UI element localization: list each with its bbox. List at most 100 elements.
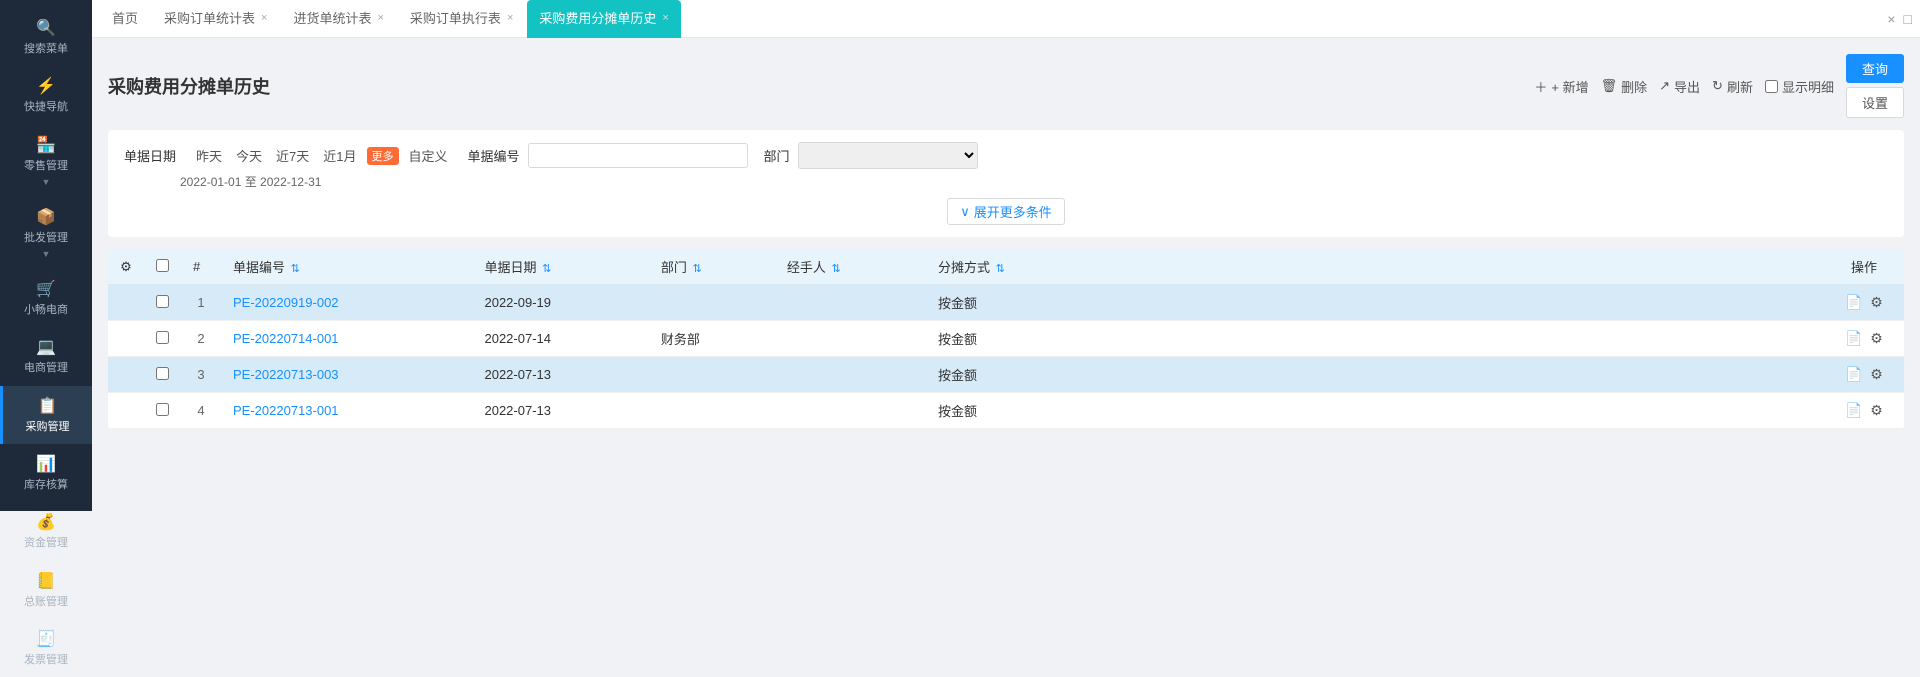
- maximize-window-icon[interactable]: □: [1904, 11, 1912, 27]
- th-handler[interactable]: 经手人 ⇅: [775, 249, 926, 285]
- dept-field: 部门: [764, 142, 978, 169]
- show-detail-checkbox[interactable]: [1765, 80, 1778, 93]
- sidebar-item-shortcut[interactable]: ⚡ 快捷导航: [0, 66, 92, 124]
- sidebar-item-label: 搜索菜单: [24, 42, 68, 56]
- query-button[interactable]: 查询: [1846, 54, 1904, 83]
- ledger-icon: 📒: [36, 571, 56, 591]
- edit-icon[interactable]: 📄: [1845, 402, 1862, 418]
- sidebar-item-ecommerce[interactable]: 💻 电商管理: [0, 327, 92, 385]
- tab-purchase-order-stats[interactable]: 采购订单统计表 ×: [152, 0, 279, 38]
- show-detail-button[interactable]: 显示明细: [1765, 77, 1834, 96]
- tab-purchase-order-exec-label: 采购订单执行表: [410, 8, 501, 27]
- row-checkbox-cell[interactable]: [144, 357, 181, 393]
- date-options: 昨天 今天 近7天 近1月 更多 自定义: [192, 145, 452, 166]
- refresh-button[interactable]: ↻ 刷新: [1712, 77, 1753, 96]
- date-opt-1month[interactable]: 近1月: [319, 145, 360, 166]
- sidebar-item-label: 批发管理: [24, 231, 68, 245]
- sidebar-item-label: 资金管理: [24, 536, 68, 550]
- bill-no-link[interactable]: PE-20220714-001: [233, 331, 339, 346]
- row-bill-no[interactable]: PE-20220919-002: [221, 285, 472, 321]
- bill-no-link[interactable]: PE-20220713-001: [233, 403, 339, 418]
- th-checkbox[interactable]: [144, 249, 181, 285]
- sort-bill-date-icon: ⇅: [542, 263, 551, 275]
- th-split-method[interactable]: 分摊方式 ⇅: [926, 249, 1824, 285]
- sort-bill-no-icon: ⇅: [291, 263, 300, 275]
- sidebar-item-retail[interactable]: 🏪 零售管理 ▼: [0, 125, 92, 197]
- edit-icon[interactable]: 📄: [1845, 330, 1862, 346]
- select-all-checkbox[interactable]: [156, 259, 169, 272]
- more-ops-icon[interactable]: ⚙: [1870, 330, 1883, 346]
- delete-button[interactable]: 🗑 删除: [1601, 77, 1648, 96]
- more-ops-icon[interactable]: ⚙: [1870, 366, 1883, 382]
- close-window-icon[interactable]: ×: [1887, 11, 1895, 27]
- tab-purchase-order-exec-close[interactable]: ×: [507, 12, 513, 24]
- date-opt-custom[interactable]: 自定义: [405, 145, 452, 166]
- date-label: 单据日期: [124, 146, 176, 165]
- export-button[interactable]: ↗ 导出: [1659, 77, 1700, 96]
- add-button[interactable]: ＋ + 新增: [1534, 77, 1588, 96]
- row-checkbox[interactable]: [156, 331, 169, 344]
- th-bill-date[interactable]: 单据日期 ⇅: [472, 249, 648, 285]
- row-bill-no[interactable]: PE-20220714-001: [221, 321, 472, 357]
- tab-purchase-goods-stats[interactable]: 进货单统计表 ×: [281, 0, 395, 38]
- refresh-icon: ↻: [1712, 78, 1723, 94]
- data-table: ⚙ # 单据编号 ⇅ 单据日期 ⇅ 部门 ⇅: [108, 249, 1904, 429]
- row-number: 2: [181, 321, 221, 357]
- date-opt-yesterday[interactable]: 昨天: [192, 145, 226, 166]
- sidebar-item-inventory[interactable]: 📊 库存核算: [0, 444, 92, 502]
- bill-no-input[interactable]: [528, 143, 748, 168]
- date-opt-7days[interactable]: 近7天: [272, 145, 313, 166]
- row-checkbox[interactable]: [156, 367, 169, 380]
- row-checkbox[interactable]: [156, 295, 169, 308]
- bill-no-link[interactable]: PE-20220919-002: [233, 295, 339, 310]
- tab-home[interactable]: 首页: [100, 0, 150, 38]
- table-header-row: ⚙ # 单据编号 ⇅ 单据日期 ⇅ 部门 ⇅: [108, 249, 1904, 285]
- sort-split-method-icon: ⇅: [996, 263, 1005, 275]
- filter-area: 单据日期 昨天 今天 近7天 近1月 更多 自定义 单据编号 部门: [108, 130, 1904, 237]
- bill-no-link[interactable]: PE-20220713-003: [233, 367, 339, 382]
- bill-no-label: 单据编号: [468, 146, 520, 165]
- row-handler: [775, 393, 926, 429]
- table-row: 4 PE-20220713-001 2022-07-13 按金额 📄 ⚙: [108, 393, 1904, 429]
- row-split-method: 按金额: [926, 321, 1824, 357]
- sidebar-item-purchase[interactable]: 📋 采购管理: [0, 386, 92, 444]
- settings-button[interactable]: 设置: [1846, 87, 1904, 118]
- tab-bar: 首页 采购订单统计表 × 进货单统计表 × 采购订单执行表 × 采购费用分摊单历…: [92, 0, 1920, 38]
- row-settings: [108, 321, 144, 357]
- edit-icon[interactable]: 📄: [1845, 294, 1862, 310]
- row-bill-no[interactable]: PE-20220713-003: [221, 357, 472, 393]
- sidebar-item-search[interactable]: 🔍 搜索菜单: [0, 8, 92, 66]
- tab-purchase-order-exec[interactable]: 采购订单执行表 ×: [398, 0, 525, 38]
- filter-row: 单据日期 昨天 今天 近7天 近1月 更多 自定义 单据编号 部门: [124, 142, 1888, 169]
- sidebar-item-label: 电商管理: [24, 361, 68, 375]
- tab-purchase-cost-history-close[interactable]: ×: [662, 12, 668, 24]
- th-dept[interactable]: 部门 ⇅: [649, 249, 775, 285]
- page-title: 采购费用分摊单历史: [108, 73, 270, 99]
- dept-select[interactable]: [798, 142, 978, 169]
- sidebar-item-ledger[interactable]: 📒 总账管理: [0, 561, 92, 619]
- main-content: 首页 采购订单统计表 × 进货单统计表 × 采购订单执行表 × 采购费用分摊单历…: [92, 0, 1920, 511]
- tab-purchase-order-stats-close[interactable]: ×: [261, 12, 267, 24]
- row-bill-no[interactable]: PE-20220713-001: [221, 393, 472, 429]
- sidebar-item-finance[interactable]: 💰 资金管理: [0, 502, 92, 560]
- more-ops-icon[interactable]: ⚙: [1870, 294, 1883, 310]
- search-icon: 🔍: [36, 18, 56, 38]
- th-settings[interactable]: ⚙: [108, 249, 144, 285]
- sidebar-item-ecommerce-small[interactable]: 🛒 小畅电商: [0, 269, 92, 327]
- sidebar-item-wholesale[interactable]: 📦 批发管理 ▼: [0, 197, 92, 269]
- date-opt-more[interactable]: 更多: [367, 147, 399, 165]
- row-checkbox-cell[interactable]: [144, 321, 181, 357]
- th-bill-no[interactable]: 单据编号 ⇅: [221, 249, 472, 285]
- sidebar-item-invoice[interactable]: 🧾 发票管理: [0, 619, 92, 677]
- edit-icon[interactable]: 📄: [1845, 366, 1862, 382]
- row-split-method: 按金额: [926, 393, 1824, 429]
- row-checkbox-cell[interactable]: [144, 393, 181, 429]
- tab-purchase-cost-history[interactable]: 采购费用分摊单历史 ×: [527, 0, 680, 38]
- date-opt-today[interactable]: 今天: [232, 145, 266, 166]
- more-ops-icon[interactable]: ⚙: [1870, 402, 1883, 418]
- row-checkbox[interactable]: [156, 403, 169, 416]
- tab-purchase-goods-stats-close[interactable]: ×: [377, 12, 383, 24]
- expand-btn[interactable]: ∨ 展开更多条件: [947, 198, 1065, 225]
- row-checkbox-cell[interactable]: [144, 285, 181, 321]
- sort-handler-icon: ⇅: [831, 263, 840, 275]
